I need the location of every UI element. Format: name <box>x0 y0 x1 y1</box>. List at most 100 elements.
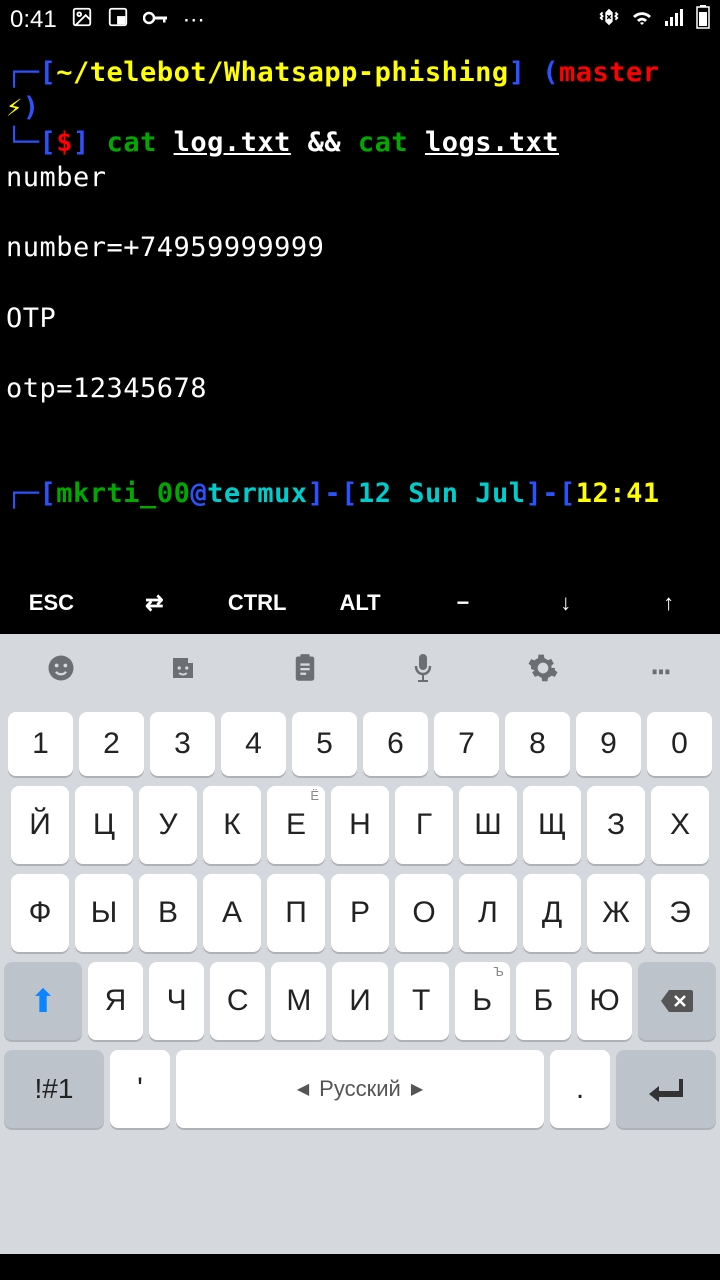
key-8[interactable]: 8 <box>505 712 570 776</box>
letter-row-3: ⬆ Я Ч С М И Т ЬЪ Б Ю <box>4 962 716 1040</box>
ctrl-key[interactable]: CTRL <box>206 590 309 616</box>
key-letter[interactable]: П <box>267 874 325 952</box>
key-letter[interactable]: Э <box>651 874 709 952</box>
key-icon <box>143 7 169 33</box>
symbols-key[interactable]: !#1 <box>4 1050 104 1128</box>
key-1[interactable]: 1 <box>8 712 73 776</box>
key-letter[interactable]: Ж <box>587 874 645 952</box>
prev-lang-icon: ◀ <box>297 1079 309 1099</box>
more-icon[interactable]: ⋯ <box>652 652 674 690</box>
key-letter[interactable]: Р <box>331 874 389 952</box>
esc-key[interactable]: ESC <box>0 590 103 616</box>
key-letter[interactable]: Б <box>516 962 571 1040</box>
key-letter[interactable]: Ч <box>149 962 204 1040</box>
termux-extra-keys: ESC ⇄ CTRL ALT − ↓ ↑ <box>0 572 720 634</box>
next-lang-icon: ▶ <box>411 1079 423 1099</box>
key-letter[interactable]: Т <box>394 962 449 1040</box>
key-3[interactable]: 3 <box>150 712 215 776</box>
key-letter[interactable]: Ю <box>577 962 632 1040</box>
key-letter[interactable]: Х <box>651 786 709 864</box>
key-letter[interactable]: Ф <box>11 874 69 952</box>
key-5[interactable]: 5 <box>292 712 357 776</box>
key-letter[interactable]: Л <box>459 874 517 952</box>
key-7[interactable]: 7 <box>434 712 499 776</box>
output-line <box>6 406 714 441</box>
key-letter[interactable]: З <box>587 786 645 864</box>
key-letter[interactable]: А <box>203 874 261 952</box>
output-line: number <box>6 160 714 195</box>
key-letter[interactable]: Г <box>395 786 453 864</box>
key-letter[interactable]: Я <box>88 962 143 1040</box>
shift-key[interactable]: ⬆ <box>4 962 82 1040</box>
key-letter[interactable]: К <box>203 786 261 864</box>
output-line: number=+74959999999 <box>6 230 714 265</box>
output-line: otp=12345678 <box>6 371 714 406</box>
apostrophe-key[interactable]: ' <box>110 1050 170 1128</box>
key-letter[interactable]: И <box>332 962 387 1040</box>
minus-key[interactable]: − <box>411 590 514 616</box>
key-letter[interactable]: О <box>395 874 453 952</box>
soft-keyboard: ⋯ 1 2 3 4 5 6 7 8 9 0 Й Ц У К ЕЁ Н Г Ш Щ… <box>0 634 720 1254</box>
key-letter[interactable]: С <box>210 962 265 1040</box>
status-left: 0:41 ⋯ <box>10 6 207 34</box>
output-line <box>6 336 714 371</box>
emoji-icon[interactable] <box>46 653 76 690</box>
status-right <box>598 5 710 35</box>
output-line <box>6 266 714 301</box>
space-key[interactable]: ◀ Русский ▶ <box>176 1050 544 1128</box>
clipboard-icon[interactable] <box>291 653 319 690</box>
status-clock: 0:41 <box>10 6 57 34</box>
command-line: └─[$] cat log.txt && cat logs.txt <box>6 125 714 160</box>
pip-icon <box>107 6 129 34</box>
key-letter[interactable]: Н <box>331 786 389 864</box>
key-letter[interactable]: Й <box>11 786 69 864</box>
backspace-icon <box>659 988 695 1014</box>
sticker-icon[interactable] <box>168 653 198 690</box>
battery-icon <box>696 5 710 35</box>
key-6[interactable]: 6 <box>363 712 428 776</box>
letter-row-1: Й Ц У К ЕЁ Н Г Ш Щ З Х <box>4 786 716 864</box>
keyboard-toolbar: ⋯ <box>0 634 720 708</box>
alt-key[interactable]: ALT <box>309 590 412 616</box>
image-icon <box>71 6 93 34</box>
output-line <box>6 195 714 230</box>
up-key[interactable]: ↑ <box>617 590 720 616</box>
shift-icon: ⬆ <box>30 982 57 1020</box>
key-9[interactable]: 9 <box>576 712 641 776</box>
bottom-row: !#1 ' ◀ Русский ▶ . <box>4 1050 716 1128</box>
key-letter[interactable]: Щ <box>523 786 581 864</box>
key-letter[interactable]: У <box>139 786 197 864</box>
settings-icon[interactable] <box>527 652 559 691</box>
terminal-output[interactable]: ┌─[~/telebot/Whatsapp-phishing] (master … <box>0 40 720 526</box>
space-label: Русский <box>319 1076 401 1102</box>
key-letter[interactable]: В <box>139 874 197 952</box>
key-letter[interactable]: М <box>271 962 326 1040</box>
vibrate-icon <box>598 6 620 34</box>
signal-icon <box>664 7 686 33</box>
backspace-key[interactable] <box>638 962 716 1040</box>
prompt-line-1: ┌─[~/telebot/Whatsapp-phishing] (master <box>6 55 714 90</box>
output-line: OTP <box>6 301 714 336</box>
wifi-icon <box>630 7 654 33</box>
letter-row-2: Ф Ы В А П Р О Л Д Ж Э <box>4 874 716 952</box>
key-letter[interactable]: Ш <box>459 786 517 864</box>
key-letter[interactable]: Ы <box>75 874 133 952</box>
key-2[interactable]: 2 <box>79 712 144 776</box>
key-letter[interactable]: ЕЁ <box>267 786 325 864</box>
prompt-line-3: ┌─[mkrti_00@termux]-[12 Sun Jul]-[12:41 <box>6 476 714 511</box>
more-icon: ⋯ <box>183 7 207 33</box>
key-0[interactable]: 0 <box>647 712 712 776</box>
key-letter[interactable]: Д <box>523 874 581 952</box>
period-key[interactable]: . <box>550 1050 610 1128</box>
key-4[interactable]: 4 <box>221 712 286 776</box>
number-row: 1 2 3 4 5 6 7 8 9 0 <box>4 712 716 776</box>
enter-icon <box>647 1076 685 1102</box>
key-letter[interactable]: Ц <box>75 786 133 864</box>
prompt-line-2: ⚡) <box>6 90 714 125</box>
down-key[interactable]: ↓ <box>514 590 617 616</box>
output-line <box>6 441 714 476</box>
mic-icon[interactable] <box>411 652 435 691</box>
enter-key[interactable] <box>616 1050 716 1128</box>
key-letter[interactable]: ЬЪ <box>455 962 510 1040</box>
tab-key[interactable]: ⇄ <box>103 590 206 616</box>
